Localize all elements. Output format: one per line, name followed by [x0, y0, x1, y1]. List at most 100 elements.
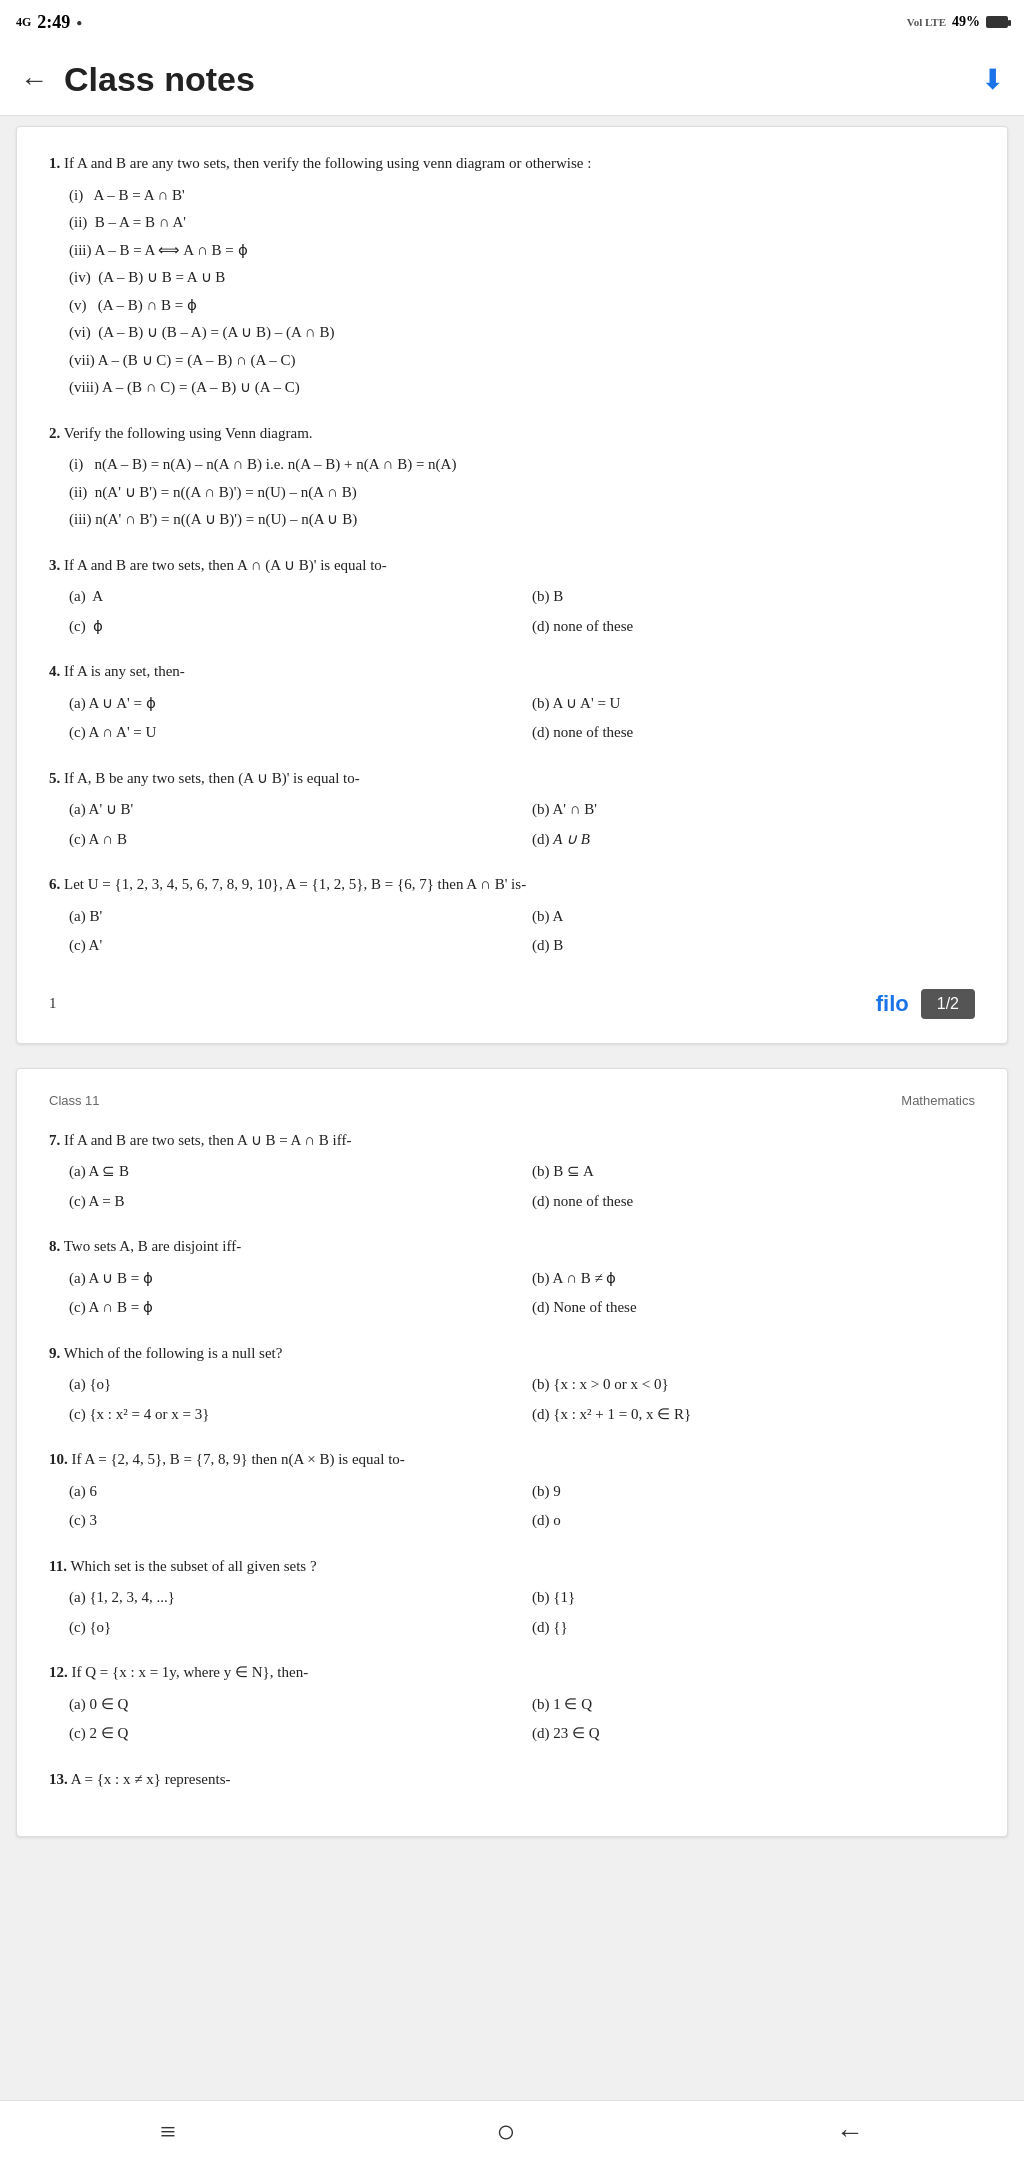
- header-left: ← Class notes: [20, 60, 255, 99]
- download-button[interactable]: ⬇: [981, 63, 1004, 96]
- q1-vi: (vi) (A – B) ∪ (B – A) = (A ∪ B) – (A ∩ …: [69, 320, 975, 346]
- q3-options: (a) A (b) B (c) ϕ (d) none of these: [69, 584, 975, 639]
- page2-header: Class 11 Mathematics: [49, 1093, 975, 1108]
- q10-opt-d: (d) o: [532, 1508, 975, 1534]
- question-4: 4. If A is any set, then- (a) A ∪ A' = ϕ…: [49, 659, 975, 746]
- page-number: 1: [49, 995, 57, 1012]
- question-2: 2. Verify the following using Venn diagr…: [49, 421, 975, 533]
- question-3: 3. If A and B are two sets, then A ∩ (A …: [49, 553, 975, 640]
- q2-sub-items: (i) n(A – B) = n(A) – n(A ∩ B) i.e. n(A …: [69, 452, 975, 533]
- q1-viii: (viii) A – (B ∩ C) = (A – B) ∪ (A – C): [69, 375, 975, 401]
- nav-bar: ≡ ○ ←: [0, 2100, 1024, 2162]
- q4-opt-d: (d) none of these: [532, 720, 975, 746]
- subject-label: Mathematics: [901, 1093, 975, 1108]
- q9-header: 9. Which of the following is a null set?: [49, 1341, 975, 1367]
- page-indicator: 1/2: [921, 989, 975, 1019]
- q5-opt-c: (c) A ∩ B: [69, 827, 512, 853]
- question-1: 1. If A and B are any two sets, then ver…: [49, 151, 975, 401]
- question-6: 6. Let U = {1, 2, 3, 4, 5, 6, 7, 8, 9, 1…: [49, 872, 975, 959]
- q1-ii: (ii) B – A = B ∩ A': [69, 210, 975, 236]
- q1-header: 1. If A and B are any two sets, then ver…: [49, 151, 975, 177]
- status-bar: 4G 2:49 ● Vol LTE 49%: [0, 0, 1024, 44]
- home-button[interactable]: ○: [496, 2113, 515, 2150]
- filo-logo: filo: [876, 991, 909, 1017]
- q4-options: (a) A ∪ A' = ϕ (b) A ∪ A' = U (c) A ∩ A'…: [69, 691, 975, 746]
- q1-iv: (iv) (A – B) ∪ B = A ∪ B: [69, 265, 975, 291]
- menu-button[interactable]: ≡: [160, 2116, 176, 2148]
- question-13: 13. A = {x : x ≠ x} represents-: [49, 1767, 975, 1793]
- question-9: 9. Which of the following is a null set?…: [49, 1341, 975, 1428]
- page-title: Class notes: [64, 60, 255, 99]
- q11-header: 11. Which set is the subset of all given…: [49, 1554, 975, 1580]
- q12-options: (a) 0 ∈ Q (b) 1 ∈ Q (c) 2 ∈ Q (d) 23 ∈ Q: [69, 1692, 975, 1747]
- q9-opt-a: (a) {o}: [69, 1372, 512, 1398]
- q4-header: 4. If A is any set, then-: [49, 659, 975, 685]
- q4-opt-b: (b) A ∪ A' = U: [532, 691, 975, 717]
- q5-options: (a) A' ∪ B' (b) A' ∩ B' (c) A ∩ B (d) A …: [69, 797, 975, 852]
- q3-opt-d: (d) none of these: [532, 614, 975, 640]
- q8-options: (a) A ∪ B = ϕ (b) A ∩ B ≠ ϕ (c) A ∩ B = …: [69, 1266, 975, 1321]
- status-right: Vol LTE 49%: [907, 14, 1008, 30]
- status-left: 4G 2:49 ●: [16, 12, 82, 33]
- time-display: 2:49: [37, 12, 70, 33]
- q6-options: (a) B' (b) A (c) A' (d) B: [69, 904, 975, 959]
- q11-opt-a: (a) {1, 2, 3, 4, ...}: [69, 1585, 512, 1611]
- q4-opt-a: (a) A ∪ A' = ϕ: [69, 691, 512, 717]
- question-8: 8. Two sets A, B are disjoint iff- (a) A…: [49, 1234, 975, 1321]
- q7-opt-a: (a) A ⊆ B: [69, 1159, 512, 1185]
- page1-footer: 1 filo 1/2: [49, 989, 975, 1019]
- q9-options: (a) {o} (b) {x : x > 0 or x < 0} (c) {x …: [69, 1372, 975, 1427]
- page1-content: 1. If A and B are any two sets, then ver…: [49, 151, 975, 959]
- nav-back-button[interactable]: ←: [836, 2116, 864, 2148]
- q12-opt-a: (a) 0 ∈ Q: [69, 1692, 512, 1718]
- active-dot: ●: [76, 17, 82, 28]
- q1-vii: (vii) A – (B ∪ C) = (A – B) ∩ (A – C): [69, 348, 975, 374]
- q10-opt-a: (a) 6: [69, 1479, 512, 1505]
- q11-opt-c: (c) {o}: [69, 1615, 512, 1641]
- q1-iii: (iii) A – B = A ⟺ A ∩ B = ϕ: [69, 238, 975, 264]
- page-card-1: 1. If A and B are any two sets, then ver…: [16, 126, 1008, 1044]
- q6-opt-c: (c) A': [69, 933, 512, 959]
- content-area: 1. If A and B are any two sets, then ver…: [0, 116, 1024, 1863]
- q10-opt-c: (c) 3: [69, 1508, 512, 1534]
- q6-header: 6. Let U = {1, 2, 3, 4, 5, 6, 7, 8, 9, 1…: [49, 872, 975, 898]
- q11-opt-b: (b) {1}: [532, 1585, 975, 1611]
- q2-header: 2. Verify the following using Venn diagr…: [49, 421, 975, 447]
- q5-opt-d: (d) A ∪ B: [532, 827, 975, 853]
- signal-icon: 4G: [16, 15, 31, 30]
- q2-iii: (iii) n(A' ∩ B') = n((A ∪ B)') = n(U) – …: [69, 507, 975, 533]
- back-button[interactable]: ←: [20, 66, 48, 94]
- question-11: 11. Which set is the subset of all given…: [49, 1554, 975, 1641]
- q8-opt-b: (b) A ∩ B ≠ ϕ: [532, 1266, 975, 1292]
- q1-v: (v) (A – B) ∩ B = ϕ: [69, 293, 975, 319]
- q1-sub-items: (i) A – B = A ∩ B' (ii) B – A = B ∩ A' (…: [69, 183, 975, 401]
- question-7: 7. If A and B are two sets, then A ∪ B =…: [49, 1128, 975, 1215]
- battery-icon: [986, 16, 1008, 28]
- q7-opt-d: (d) none of these: [532, 1189, 975, 1215]
- battery-pct: 49%: [952, 14, 980, 30]
- q3-opt-c: (c) ϕ: [69, 614, 512, 640]
- page2-content: 7. If A and B are two sets, then A ∪ B =…: [49, 1128, 975, 1793]
- question-10: 10. If A = {2, 4, 5}, B = {7, 8, 9} then…: [49, 1447, 975, 1534]
- q13-header: 13. A = {x : x ≠ x} represents-: [49, 1767, 975, 1793]
- q8-opt-c: (c) A ∩ B = ϕ: [69, 1295, 512, 1321]
- q7-header: 7. If A and B are two sets, then A ∪ B =…: [49, 1128, 975, 1154]
- q10-opt-b: (b) 9: [532, 1479, 975, 1505]
- q7-opt-b: (b) B ⊆ A: [532, 1159, 975, 1185]
- q6-opt-b: (b) A: [532, 904, 975, 930]
- q2-ii: (ii) n(A' ∪ B') = n((A ∩ B)') = n(U) – n…: [69, 480, 975, 506]
- q4-opt-c: (c) A ∩ A' = U: [69, 720, 512, 746]
- q5-opt-b: (b) A' ∩ B': [532, 797, 975, 823]
- q9-opt-b: (b) {x : x > 0 or x < 0}: [532, 1372, 975, 1398]
- q1-i: (i) A – B = A ∩ B': [69, 183, 975, 209]
- q6-opt-a: (a) B': [69, 904, 512, 930]
- app-header: ← Class notes ⬇: [0, 44, 1024, 116]
- q9-opt-c: (c) {x : x² = 4 or x = 3}: [69, 1402, 512, 1428]
- q3-opt-a: (a) A: [69, 584, 512, 610]
- q5-opt-a: (a) A' ∪ B': [69, 797, 512, 823]
- class-label: Class 11: [49, 1093, 100, 1108]
- q8-opt-a: (a) A ∪ B = ϕ: [69, 1266, 512, 1292]
- q12-opt-d: (d) 23 ∈ Q: [532, 1721, 975, 1747]
- q8-opt-d: (d) None of these: [532, 1295, 975, 1321]
- lte-icon: Vol LTE: [907, 16, 946, 28]
